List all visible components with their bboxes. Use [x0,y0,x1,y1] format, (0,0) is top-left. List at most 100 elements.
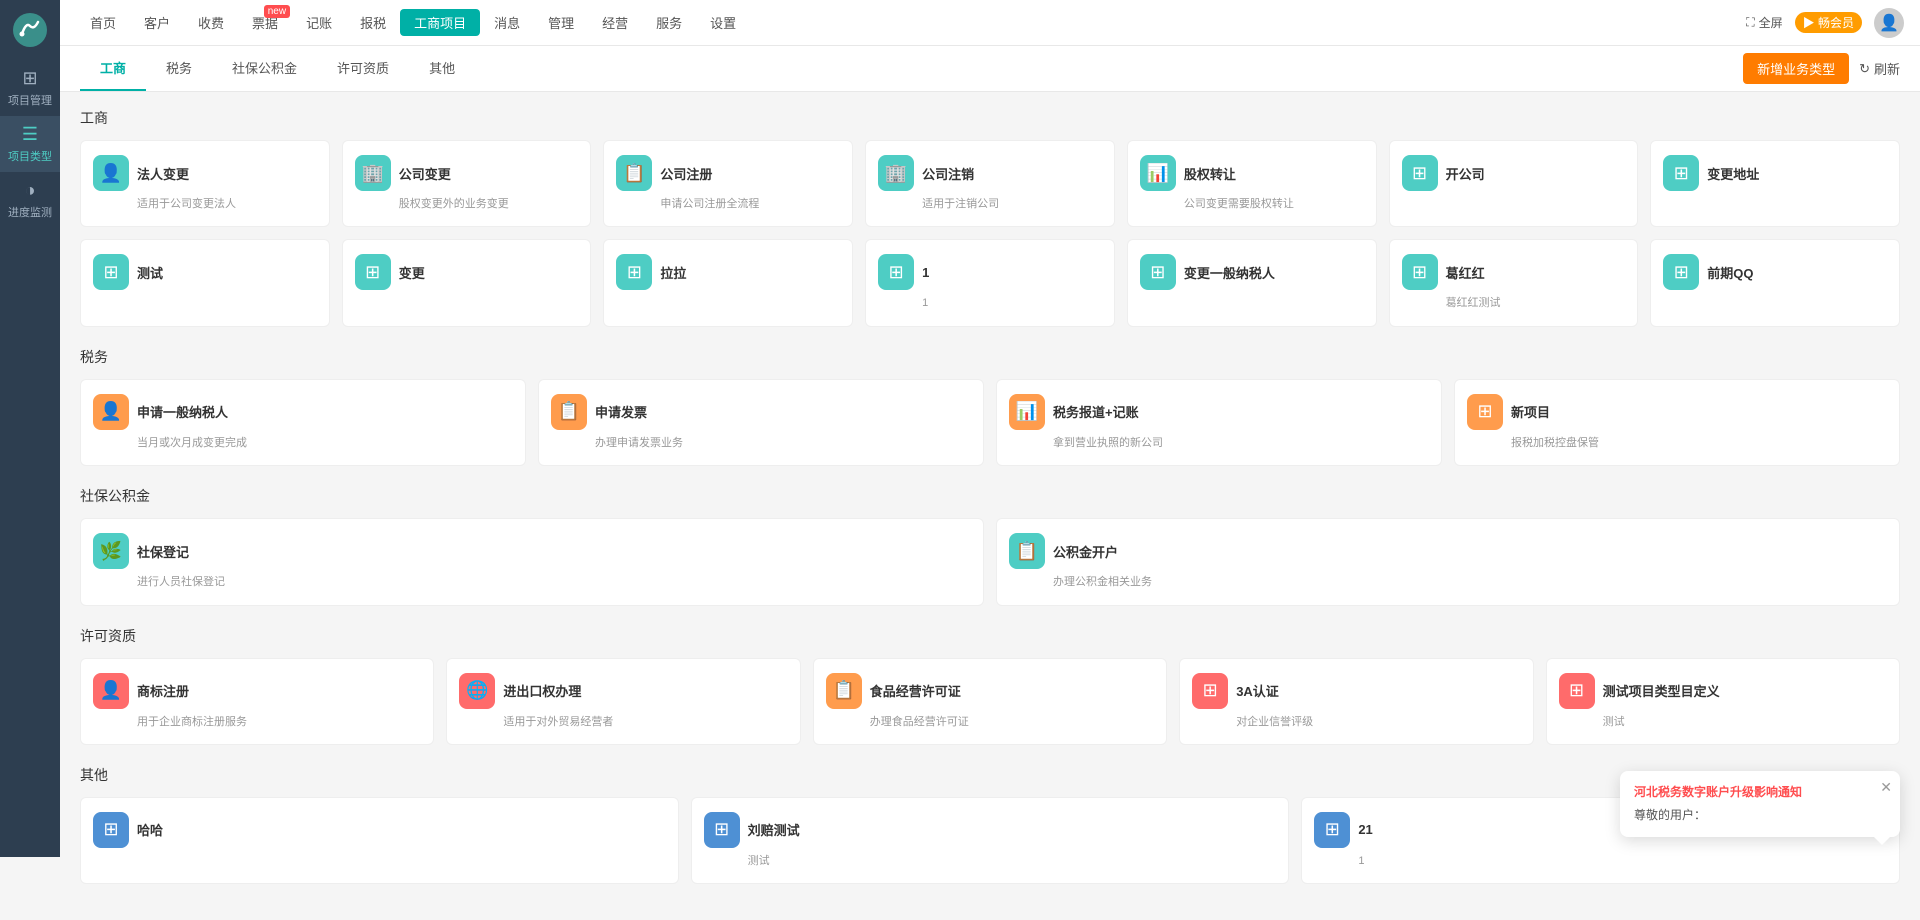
new-project-icon: ⊞ [1467,394,1503,430]
sidebar-item-project-type[interactable]: ☰ 项目类型 [0,116,60,172]
card-company-change[interactable]: 🏢 公司变更 股权变更外的业务变更 [342,140,592,227]
tab-license[interactable]: 许可资质 [317,46,409,91]
sidebar-label-progress-monitor: 进度监测 [8,204,52,220]
card-change-address[interactable]: ⊞ 变更地址 [1650,140,1900,227]
grid-icon: ⊞ [22,68,37,89]
tab-other[interactable]: 其他 [409,46,475,91]
sidebar-item-project-manage[interactable]: ⊞ 项目管理 [0,60,60,116]
nav-service[interactable]: 服务 [642,9,696,36]
food-license-icon: 📋 [826,673,862,709]
nav-message[interactable]: 消息 [480,9,534,36]
tax-report-icon: 📊 [1009,394,1045,430]
card-num1[interactable]: ⊞ 1 1 [865,239,1115,326]
tab-industry[interactable]: 工商 [80,46,146,91]
card-open-company[interactable]: ⊞ 开公司 [1389,140,1639,227]
card-change2[interactable]: ⊞ 变更 [342,239,592,326]
card-company-register[interactable]: 📋 公司注册 申请公司注册全流程 [603,140,853,227]
fullscreen-icon: ⛶ [1746,15,1754,30]
sidebar: ⊞ 项目管理 ☰ 项目类型 ◑ 进度监测 [0,0,60,857]
card-change-taxpayer[interactable]: ⊞ 变更一般纳税人 [1127,239,1377,326]
refresh-icon: ↻ [1859,61,1870,77]
vip-badge[interactable]: ▶ 畅会员 [1795,12,1862,33]
social-cards: 🌿 社保登记 进行人员社保登记 📋 公积金开户 办理公积金相关业务 [80,518,1900,605]
change-taxpayer-icon: ⊞ [1140,254,1176,290]
nav-operation[interactable]: 经营 [588,9,642,36]
card-mahonghong[interactable]: ⊞ 葛红红 葛红红测试 [1389,239,1639,326]
notification-close-button[interactable]: ✕ [1880,779,1892,796]
nav-manage[interactable]: 管理 [534,9,588,36]
liu-pei-test-icon: ⊞ [704,812,740,848]
new-type-button[interactable]: 新增业务类型 [1743,53,1849,84]
tab-social[interactable]: 社保公积金 [212,46,317,91]
card-social-register[interactable]: 🌿 社保登记 进行人员社保登记 [80,518,984,605]
card-fund-account[interactable]: 📋 公积金开户 办理公积金相关业务 [996,518,1900,605]
tabs-actions: 新增业务类型 ↻ 刷新 [1743,53,1900,84]
legal-change-icon: 👤 [93,155,129,191]
3a-cert-icon: ⊞ [1192,673,1228,709]
card-food-license[interactable]: 📋 食品经营许可证 办理食品经营许可证 [813,658,1167,745]
tax-section-title: 税务 [80,347,1900,367]
list-icon: ☰ [22,124,38,145]
card-test[interactable]: ⊞ 测试 [80,239,330,326]
user-avatar[interactable]: 👤 [1874,8,1904,38]
card-trademark[interactable]: 👤 商标注册 用于企业商标注册服务 [80,658,434,745]
card-import-export[interactable]: 🌐 进出口权办理 适用于对外贸易经营者 [446,658,800,745]
apply-invoice-icon: 📋 [551,394,587,430]
card-equity-transfer[interactable]: 📊 股权转让 公司变更需要股权转让 [1127,140,1377,227]
early-qq-icon: ⊞ [1663,254,1699,290]
change-address-icon: ⊞ [1663,155,1699,191]
nav-bookkeeping[interactable]: 记账 [292,9,346,36]
card-apply-taxpayer[interactable]: 👤 申请一般纳税人 当月或次月成变更完成 [80,379,526,466]
card-haha[interactable]: ⊞ 哈哈 [80,797,679,884]
card-liu-pei-test[interactable]: ⊞ 刘赔测试 测试 [691,797,1290,884]
test-icon: ⊞ [93,254,129,290]
play-icon: ▶ [1803,16,1815,30]
sidebar-label-project-manage: 项目管理 [8,92,52,108]
card-early-qq[interactable]: ⊞ 前期QQ [1650,239,1900,326]
card-test-type-def[interactable]: ⊞ 测试项目类型目定义 测试 [1546,658,1900,745]
tabs-bar: 工商 税务 社保公积金 许可资质 其他 新增业务类型 ↻ 刷新 [60,46,1920,92]
card-lala[interactable]: ⊞ 拉拉 [603,239,853,326]
nav-billing[interactable]: 收费 [184,9,238,36]
fullscreen-btn[interactable]: ⛶ 全屏 [1746,14,1782,31]
card-apply-invoice[interactable]: 📋 申请发票 办理申请发票业务 [538,379,984,466]
nav-invoice[interactable]: 票据 new [238,9,292,36]
industry-cards-row1: 👤 法人变更 适用于公司变更法人 🏢 公司变更 股权变更外的业务变更 📋 公司注… [80,140,1900,227]
monitor-icon: ◑ [25,180,36,201]
haha-icon: ⊞ [93,812,129,848]
test-type-def-icon: ⊞ [1559,673,1595,709]
nav-tax[interactable]: 报税 [346,9,400,36]
nav-settings[interactable]: 设置 [696,9,750,36]
change2-icon: ⊞ [355,254,391,290]
num21-icon: ⊞ [1314,812,1350,848]
tab-tax[interactable]: 税务 [146,46,212,91]
nav-industry[interactable]: 工商项目 [400,9,480,36]
top-navigation: 首页 客户 收费 票据 new 记账 报税 工商项目 消息 管理 经营 服务 设… [60,0,1920,46]
fund-account-icon: 📋 [1009,533,1045,569]
card-new-project[interactable]: ⊞ 新项目 报税加税控盘保管 [1454,379,1900,466]
notification-title: 河北税务数字账户升级影响通知 [1634,783,1886,800]
app-logo [10,10,50,50]
tax-cards: 👤 申请一般纳税人 当月或次月成变更完成 📋 申请发票 办理申请发票业务 📊 税… [80,379,1900,466]
refresh-button[interactable]: ↻ 刷新 [1859,59,1900,78]
import-export-icon: 🌐 [459,673,495,709]
open-company-icon: ⊞ [1402,155,1438,191]
card-tax-report[interactable]: 📊 税务报道+记账 拿到营业执照的新公司 [996,379,1442,466]
avatar-icon: 👤 [1879,13,1899,33]
new-badge: new [264,5,290,18]
card-company-cancel[interactable]: 🏢 公司注销 适用于注销公司 [865,140,1115,227]
sidebar-item-progress-monitor[interactable]: ◑ 进度监测 [0,172,60,228]
company-change-icon: 🏢 [355,155,391,191]
notification-triangle [1874,837,1890,845]
trademark-icon: 👤 [93,673,129,709]
topnav-right: ⛶ 全屏 ▶ 畅会员 👤 [1746,8,1904,38]
license-section-title: 许可资质 [80,626,1900,646]
industry-section-title: 工商 [80,108,1900,128]
nav-home[interactable]: 首页 [76,9,130,36]
equity-transfer-icon: 📊 [1140,155,1176,191]
industry-cards-row2: ⊞ 测试 ⊞ 变更 ⊞ 拉拉 ⊞ [80,239,1900,326]
nav-customer[interactable]: 客户 [130,9,184,36]
num1-icon: ⊞ [878,254,914,290]
card-legal-change[interactable]: 👤 法人变更 适用于公司变更法人 [80,140,330,227]
card-3a-cert[interactable]: ⊞ 3A认证 对企业信誉评级 [1179,658,1533,745]
